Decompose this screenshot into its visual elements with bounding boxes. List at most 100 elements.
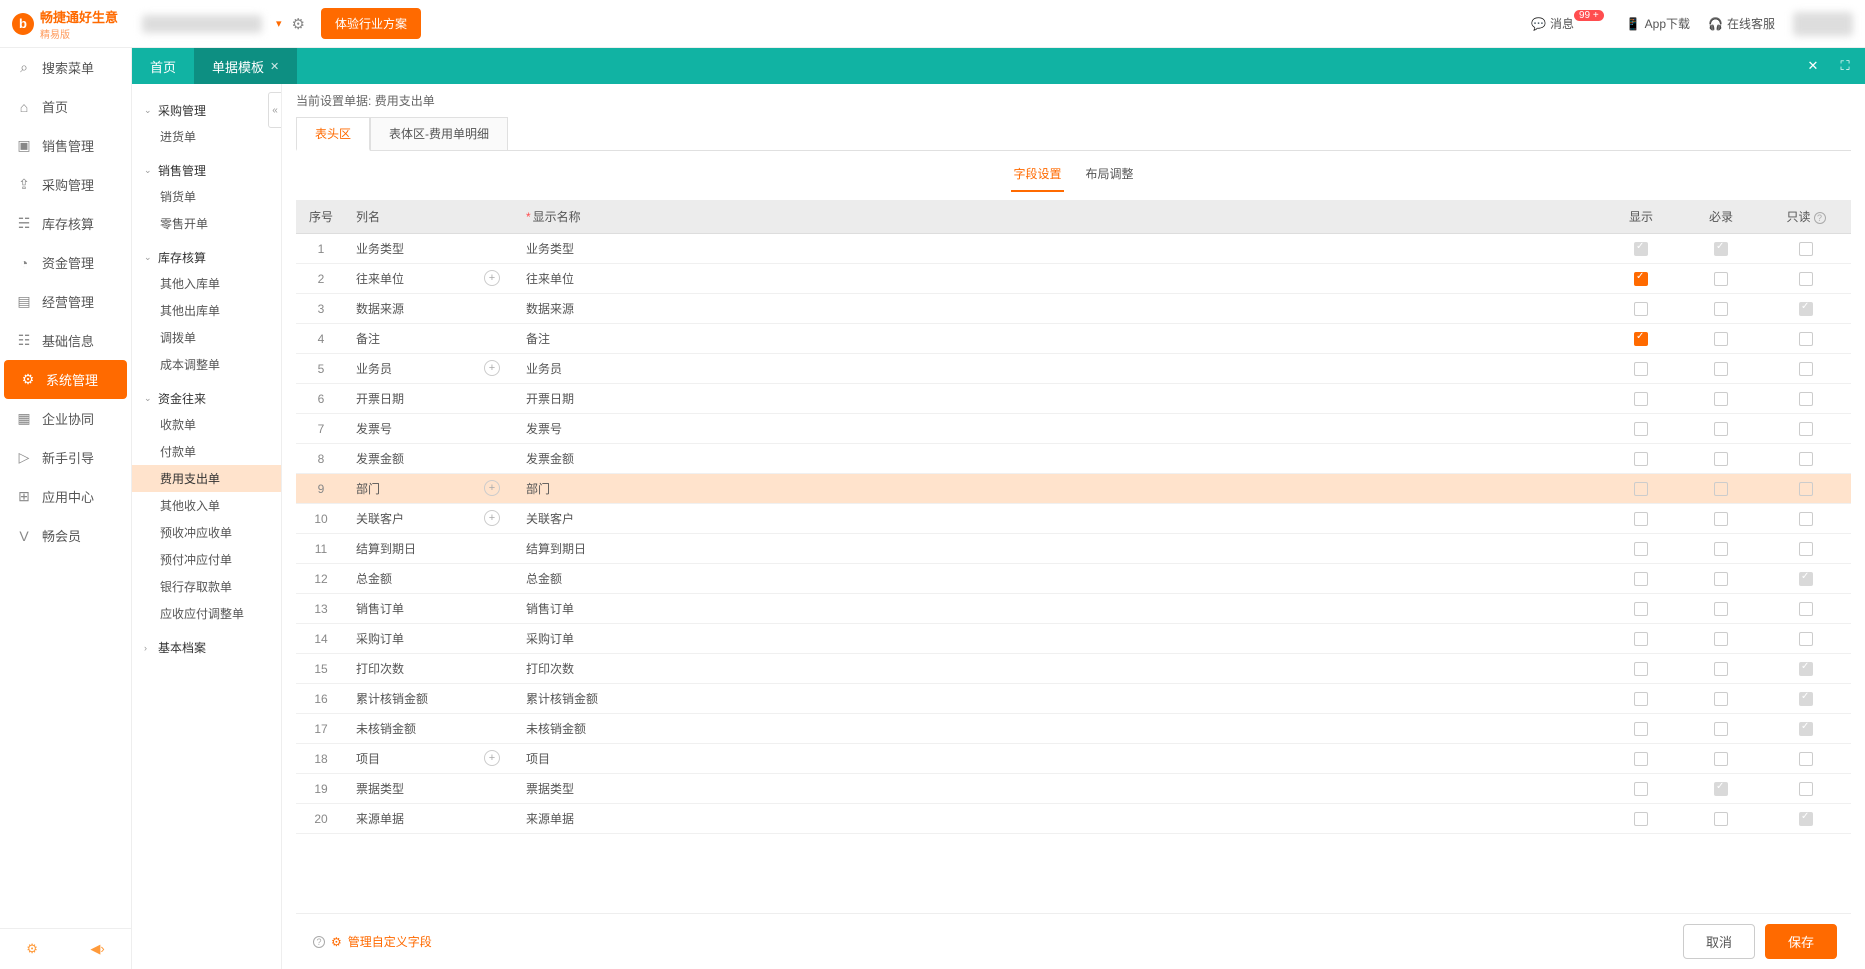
row-display-name[interactable]: 打印次数 <box>516 654 1601 684</box>
checkbox[interactable] <box>1799 782 1813 796</box>
checkbox[interactable] <box>1799 572 1813 586</box>
plus-icon[interactable]: + <box>484 750 500 766</box>
checkbox[interactable] <box>1714 572 1728 586</box>
nav-item-畅会员[interactable]: V畅会员 <box>0 516 131 555</box>
table-row[interactable]: 4备注备注 <box>296 324 1851 354</box>
checkbox[interactable] <box>1799 452 1813 466</box>
online-service-link[interactable]: 🎧 在线客服 <box>1708 15 1775 32</box>
checkbox[interactable] <box>1799 662 1813 676</box>
checkbox[interactable] <box>1634 422 1648 436</box>
row-display-name[interactable]: 关联客户 <box>516 504 1601 534</box>
table-row[interactable]: 12总金额总金额 <box>296 564 1851 594</box>
manage-custom-fields-link[interactable]: 管理自定义字段 <box>348 933 432 950</box>
checkbox[interactable] <box>1799 242 1813 256</box>
save-button[interactable]: 保存 <box>1765 924 1837 959</box>
checkbox[interactable] <box>1634 752 1648 766</box>
checkbox[interactable] <box>1634 362 1648 376</box>
industry-plan-button[interactable]: 体验行业方案 <box>321 8 421 39</box>
nav-item-经营管理[interactable]: ▤经营管理 <box>0 282 131 321</box>
checkbox[interactable] <box>1714 482 1728 496</box>
checkbox[interactable] <box>1634 512 1648 526</box>
row-display-name[interactable]: 发票号 <box>516 414 1601 444</box>
table-row[interactable]: 9部门+部门 <box>296 474 1851 504</box>
tree-item-调拨单[interactable]: 调拨单 <box>132 324 281 351</box>
plus-icon[interactable]: + <box>484 480 500 496</box>
checkbox[interactable] <box>1799 512 1813 526</box>
table-row[interactable]: 10关联客户+关联客户 <box>296 504 1851 534</box>
user-avatar[interactable] <box>1793 12 1853 36</box>
tree-group-销售管理[interactable]: ⌄销售管理 <box>132 158 281 183</box>
tree-group-资金往来[interactable]: ⌄资金往来 <box>132 386 281 411</box>
row-display-name[interactable]: 发票金额 <box>516 444 1601 474</box>
table-row[interactable]: 2往来单位+往来单位 <box>296 264 1851 294</box>
row-display-name[interactable]: 业务员 <box>516 354 1601 384</box>
row-display-name[interactable]: 来源单据 <box>516 804 1601 834</box>
checkbox[interactable] <box>1714 722 1728 736</box>
tree-group-库存核算[interactable]: ⌄库存核算 <box>132 245 281 270</box>
sub-tab-字段设置[interactable]: 字段设置 <box>1011 161 1063 192</box>
gear-icon[interactable]: ⚙ <box>292 15 305 33</box>
tree-collapse-handle[interactable]: « <box>268 92 282 128</box>
nav-item-应用中心[interactable]: ⊞应用中心 <box>0 477 131 516</box>
checkbox[interactable] <box>1634 332 1648 346</box>
tree-item-应收应付调整单[interactable]: 应收应付调整单 <box>132 600 281 627</box>
nav-item-系统管理[interactable]: ⚙系统管理 <box>4 360 127 399</box>
table-row[interactable]: 14采购订单采购订单 <box>296 624 1851 654</box>
messages-link[interactable]: 💬 消息 99 + <box>1531 15 1608 32</box>
checkbox[interactable] <box>1634 242 1648 256</box>
checkbox[interactable] <box>1799 302 1813 316</box>
nav-item-采购管理[interactable]: ⇪采购管理 <box>0 165 131 204</box>
page-tab-首页[interactable]: 首页 <box>132 48 194 84</box>
area-tab-表体区-费用单明细[interactable]: 表体区-费用单明细 <box>370 117 508 151</box>
checkbox[interactable] <box>1634 782 1648 796</box>
checkbox[interactable] <box>1634 602 1648 616</box>
table-row[interactable]: 1业务类型业务类型 <box>296 234 1851 264</box>
area-tab-表头区[interactable]: 表头区 <box>296 117 370 151</box>
checkbox[interactable] <box>1634 272 1648 286</box>
checkbox[interactable] <box>1714 662 1728 676</box>
table-row[interactable]: 20来源单据来源单据 <box>296 804 1851 834</box>
sub-tab-布局调整[interactable]: 布局调整 <box>1084 161 1136 192</box>
tree-item-其他出库单[interactable]: 其他出库单 <box>132 297 281 324</box>
tree-group-采购管理[interactable]: ⌄采购管理 <box>132 98 281 123</box>
checkbox[interactable] <box>1799 272 1813 286</box>
org-selector[interactable]: ▾ <box>142 15 282 33</box>
checkbox[interactable] <box>1634 302 1648 316</box>
tree-group-基本档案[interactable]: ›基本档案 <box>132 635 281 660</box>
checkbox[interactable] <box>1714 542 1728 556</box>
table-row[interactable]: 17未核销金额未核销金额 <box>296 714 1851 744</box>
checkbox[interactable] <box>1799 332 1813 346</box>
nav-item-基础信息[interactable]: ☷基础信息 <box>0 321 131 360</box>
plus-icon[interactable]: + <box>484 510 500 526</box>
checkbox[interactable] <box>1799 542 1813 556</box>
checkbox[interactable] <box>1799 722 1813 736</box>
cancel-button[interactable]: 取消 <box>1683 924 1755 959</box>
table-row[interactable]: 11结算到期日结算到期日 <box>296 534 1851 564</box>
tree-item-成本调整单[interactable]: 成本调整单 <box>132 351 281 378</box>
row-display-name[interactable]: 数据来源 <box>516 294 1601 324</box>
checkbox[interactable] <box>1799 602 1813 616</box>
checkbox[interactable] <box>1634 692 1648 706</box>
row-display-name[interactable]: 业务类型 <box>516 234 1601 264</box>
checkbox[interactable] <box>1799 392 1813 406</box>
row-display-name[interactable]: 往来单位 <box>516 264 1601 294</box>
tree-item-零售开单[interactable]: 零售开单 <box>132 210 281 237</box>
row-display-name[interactable]: 开票日期 <box>516 384 1601 414</box>
tree-item-付款单[interactable]: 付款单 <box>132 438 281 465</box>
tree-item-其他入库单[interactable]: 其他入库单 <box>132 270 281 297</box>
tree-item-预付冲应付单[interactable]: 预付冲应付单 <box>132 546 281 573</box>
checkbox[interactable] <box>1799 752 1813 766</box>
checkbox[interactable] <box>1714 302 1728 316</box>
checkbox[interactable] <box>1714 362 1728 376</box>
row-display-name[interactable]: 未核销金额 <box>516 714 1601 744</box>
nav-item-企业协同[interactable]: ▦企业协同 <box>0 399 131 438</box>
tree-item-收款单[interactable]: 收款单 <box>132 411 281 438</box>
row-display-name[interactable]: 结算到期日 <box>516 534 1601 564</box>
nav-item-库存核算[interactable]: ☵库存核算 <box>0 204 131 243</box>
tree-item-进货单[interactable]: 进货单 <box>132 123 281 150</box>
plus-icon[interactable]: + <box>484 270 500 286</box>
nav-item-首页[interactable]: ⌂首页 <box>0 87 131 126</box>
checkbox[interactable] <box>1714 602 1728 616</box>
checkbox[interactable] <box>1714 782 1728 796</box>
row-display-name[interactable]: 票据类型 <box>516 774 1601 804</box>
